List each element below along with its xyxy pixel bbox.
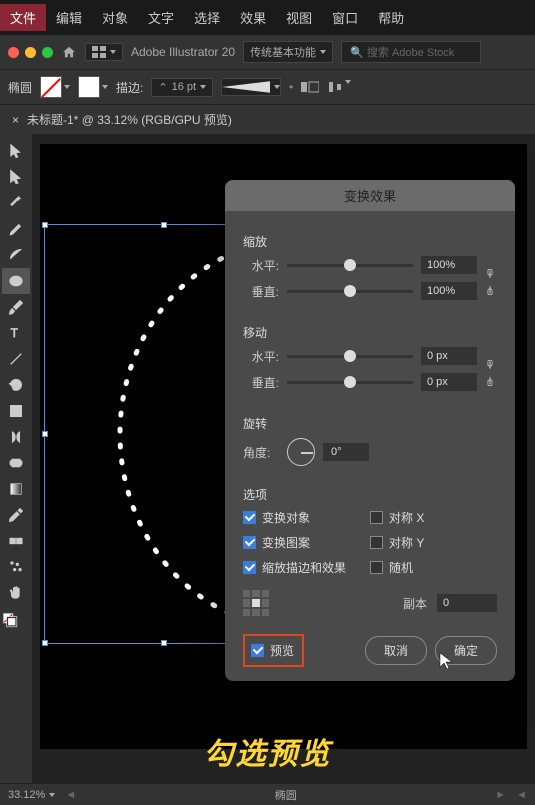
scale-v-slider[interactable] [287, 290, 413, 293]
move-v-label: 垂直: [243, 374, 279, 391]
move-h-input[interactable] [421, 347, 477, 365]
scale-v-input[interactable] [421, 282, 477, 300]
close-icon[interactable] [8, 47, 19, 58]
move-v-input[interactable] [421, 373, 477, 391]
scale-h-input[interactable] [421, 256, 477, 274]
menu-help[interactable]: 帮助 [368, 4, 414, 31]
traffic-lights [8, 47, 53, 58]
preview-highlight: 预览 [243, 634, 304, 667]
minimize-icon[interactable] [25, 47, 36, 58]
app-title: Adobe Illustrator 20 [131, 45, 235, 59]
tool-panel: T [0, 134, 32, 789]
transform-patterns-checkbox[interactable]: 变换图案 [243, 534, 370, 551]
document-tab-label: 未标题-1* @ 33.12% (RGB/GPU 预览) [27, 111, 232, 128]
close-tab-icon[interactable]: × [12, 113, 19, 127]
selection-tool[interactable] [2, 138, 30, 164]
scale-strokes-checkbox[interactable]: 缩放描边和效果 [243, 559, 370, 576]
reflect-x-checkbox[interactable]: 对称 X [370, 509, 497, 526]
title-bar: Adobe Illustrator 20 传统基本功能 🔍 搜索 Adobe S… [0, 35, 535, 69]
status-bar: 33.12% ◄ 椭圆 ► ◄ [0, 783, 535, 805]
eyedropper-tool[interactable] [2, 502, 30, 528]
gradient-tool[interactable] [2, 476, 30, 502]
menu-object[interactable]: 对象 [92, 4, 138, 31]
line-tool[interactable] [2, 346, 30, 372]
scale-h-slider[interactable] [287, 264, 413, 267]
link-move-icon[interactable] [483, 359, 497, 387]
transform-effect-dialog: 变换效果 缩放 水平: 垂直: 移动 水平: 垂直: 旋转 角度: 0° 选项 … [225, 180, 515, 681]
rotate-tool[interactable] [2, 372, 30, 398]
menu-view[interactable]: 视图 [276, 4, 322, 31]
paintbrush-tool[interactable] [2, 294, 30, 320]
brush-profile-dropdown[interactable] [221, 78, 281, 96]
home-icon[interactable] [61, 45, 77, 59]
svg-text:T: T [11, 326, 19, 340]
color-selector[interactable] [2, 612, 30, 631]
cursor-icon [439, 652, 453, 670]
cancel-button[interactable]: 取消 [365, 636, 427, 665]
random-checkbox[interactable]: 随机 [370, 559, 497, 576]
annotation-caption: 勾选预览 [0, 729, 535, 773]
document-tab[interactable]: × 未标题-1* @ 33.12% (RGB/GPU 预览) [0, 104, 535, 134]
control-bar: 椭圆 描边: ⌃16 pt • [0, 69, 535, 104]
move-section-label: 移动 [243, 324, 497, 341]
scale-h-label: 水平: [243, 257, 279, 274]
move-h-label: 水平: [243, 348, 279, 365]
menu-select[interactable]: 选择 [184, 4, 230, 31]
blend-tool[interactable] [2, 528, 30, 554]
hand-tool[interactable] [2, 580, 30, 606]
ellipse-tool[interactable] [2, 268, 30, 294]
fill-dropdown-icon[interactable] [64, 85, 70, 89]
zoom-dropdown[interactable]: 33.12% [8, 789, 55, 801]
scale-v-label: 垂直: [243, 283, 279, 300]
copies-label: 副本 [403, 595, 427, 612]
shape-builder-tool[interactable] [2, 450, 30, 476]
zoom-icon[interactable] [42, 47, 53, 58]
fill-swatch[interactable] [40, 76, 62, 98]
rotate-section-label: 旋转 [243, 415, 497, 432]
shape-label: 椭圆 [8, 79, 32, 96]
transform-objects-checkbox[interactable]: 变换对象 [243, 509, 370, 526]
link-scale-icon[interactable] [483, 268, 497, 296]
magic-wand-tool[interactable] [2, 190, 30, 216]
scale-tool[interactable] [2, 398, 30, 424]
menu-bar: 文件 编辑 对象 文字 选择 效果 视图 窗口 帮助 [0, 0, 535, 35]
pen-tool[interactable] [2, 216, 30, 242]
workspace-dropdown[interactable]: 传统基本功能 [243, 41, 333, 63]
reflect-y-checkbox[interactable]: 对称 Y [370, 534, 497, 551]
type-tool[interactable]: T [2, 320, 30, 346]
move-h-slider[interactable] [287, 355, 413, 358]
search-stock-input[interactable]: 🔍 搜索 Adobe Stock [341, 41, 481, 63]
direct-selection-tool[interactable] [2, 164, 30, 190]
width-tool[interactable] [2, 424, 30, 450]
symbol-sprayer-tool[interactable] [2, 554, 30, 580]
preview-checkbox[interactable]: 预览 [251, 642, 294, 659]
angle-input[interactable]: 0° [323, 443, 369, 461]
arrange-docs-dropdown[interactable] [85, 43, 123, 61]
stroke-weight-label: 描边: [116, 79, 143, 96]
dialog-title: 变换效果 [225, 180, 515, 211]
scale-section-label: 缩放 [243, 233, 497, 250]
menu-type[interactable]: 文字 [138, 4, 184, 31]
menu-window[interactable]: 窗口 [322, 4, 368, 31]
reference-point-selector[interactable] [243, 590, 269, 616]
menu-edit[interactable]: 编辑 [46, 4, 92, 31]
options-section-label: 选项 [243, 486, 497, 503]
opacity-icon[interactable] [301, 80, 319, 94]
angle-label: 角度: [243, 444, 279, 461]
align-icon[interactable] [327, 80, 351, 94]
status-shape: 椭圆 [275, 787, 297, 803]
copies-input[interactable] [437, 594, 497, 612]
menu-effect[interactable]: 效果 [230, 4, 276, 31]
curvature-tool[interactable] [2, 242, 30, 268]
stroke-weight-input[interactable]: ⌃16 pt [151, 78, 213, 97]
stroke-swatch[interactable] [78, 76, 100, 98]
menu-file[interactable]: 文件 [0, 4, 46, 31]
angle-dial[interactable] [287, 438, 315, 466]
move-v-slider[interactable] [287, 381, 413, 384]
stroke-dropdown-icon[interactable] [102, 85, 108, 89]
